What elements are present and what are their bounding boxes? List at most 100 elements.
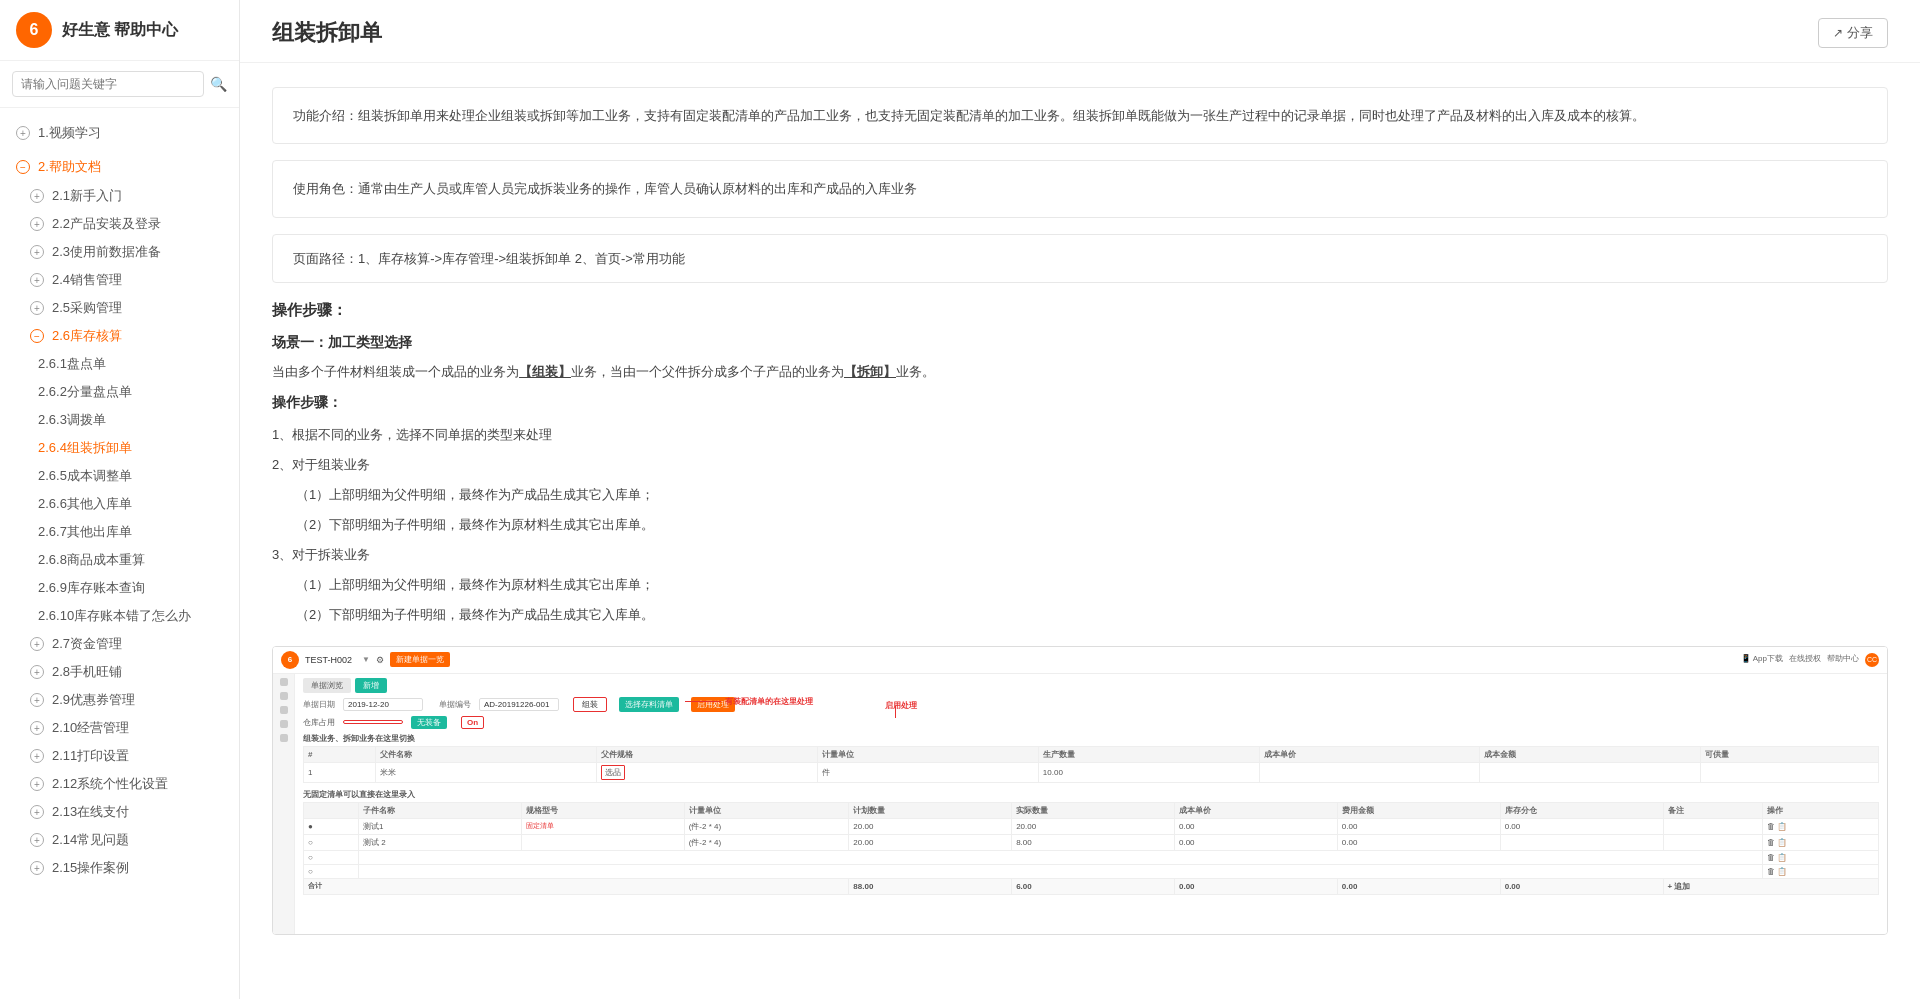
share-button[interactable]: ↗ 分享 [1818,18,1888,48]
mock-settings-icon: ⚙ [376,655,384,665]
sidebar-item-settings[interactable]: + 2.12系统个性化设置 [0,770,239,798]
sidebar-item-newuser[interactable]: + 2.1新手入门 [0,182,239,210]
mock-ltd-1-10 [1663,818,1762,834]
search-input[interactable] [12,71,204,97]
sidebar: 6 好生意 帮助中心 🔍 + 1.视频学习 − 2.帮助文档 + 2.1新手入 [0,0,240,999]
mock-lower-row-4: ○ 🗑 📋 [304,864,1879,878]
mock-left-icons [273,674,295,934]
mock-number-label: 单据编号 [439,699,471,710]
mock-arrow-3 [895,706,896,718]
search-icon[interactable]: 🔍 [210,76,227,92]
step-3-2: （2）下部明细为子件明细，最终作为产成品生成其它入库单。 [272,602,1888,628]
mock-ltd-2-7: 0.00 [1175,834,1338,850]
mock-ok-btn: 无装备 [411,716,447,729]
mock-arrow-1 [685,701,721,702]
sidebar-item-biz[interactable]: + 2.10经营管理 [0,714,239,742]
sidebar-item-cases[interactable]: + 2.15操作案例 [0,854,239,882]
step-3-1: （1）上部明细为父件明细，最终作为原材料生成其它出库单； [272,572,1888,598]
sidebar-item-partial-stocktake[interactable]: 2.6.2分量盘点单 [0,378,239,406]
mock-confirm-btn: 选择存料清单 [619,697,679,712]
sidebar-item-install[interactable]: + 2.2产品安装及登录 [0,210,239,238]
plus-icon: + [30,637,44,651]
minus-icon: − [30,329,44,343]
sidebar-item-faq[interactable]: + 2.14常见问题 [0,826,239,854]
intro-block-2: 使用角色：通常由生产人员或库管人员完成拆装业务的操作，库管人员确认原材料的出库和… [272,160,1888,217]
mock-ltd-3-ops: 🗑 📋 [1762,850,1878,864]
sidebar-item-other-out[interactable]: 2.6.7其他出库单 [0,518,239,546]
mock-lth-actual: 实际数量 [1012,802,1175,818]
sidebar-item-cost-recalc[interactable]: 2.6.8商品成本重算 [0,546,239,574]
mock-lth-check [304,802,359,818]
mock-nav-icon-4 [280,720,288,728]
step-2: 2、对于组装业务 [272,452,1888,478]
mock-ltd-2-5: 20.00 [849,834,1012,850]
sidebar-item-cost-adjust[interactable]: 2.6.5成本调整单 [0,462,239,490]
mock-ltd-footer-ops: + 追加 [1663,878,1878,894]
scene1-desc: 当由多个子件材料组装成一个成品的业务为【组装】业务，当由一个父件拆分成多个子产品… [272,360,1888,383]
mock-red-box: 选品 [601,765,625,780]
mock-ltd-2-1: ○ [304,834,359,850]
mock-nav-icon-5 [280,734,288,742]
mock-shop-label: 仓库占用 [303,717,335,728]
sidebar-item-stock-ledger[interactable]: 2.6.9库存账本查询 [0,574,239,602]
screenshot-mockup: 6 TEST-H002 ▼ ⚙ 新建单据一览 📱 App下载 在线授权 帮助中心… [272,646,1888,935]
nav-section-video: + 1.视频学习 [0,116,239,150]
mock-dropdown-icon: ▼ [362,655,370,664]
mock-ltd-2-6: 8.00 [1012,834,1175,850]
sidebar-item-docs[interactable]: − 2.帮助文档 [0,152,239,182]
mock-td-8 [1701,762,1879,782]
mock-tab-browse: 单据浏览 [303,678,351,693]
sidebar-item-stock-error[interactable]: 2.6.10库存账本错了怎么办 [0,602,239,630]
sidebar-item-payment[interactable]: + 2.13在线支付 [0,798,239,826]
sidebar-item-mobile[interactable]: + 2.8手机旺铺 [0,658,239,686]
step-2-2: （2）下部明细为子件明细，最终作为原材料生成其它出库单。 [272,512,1888,538]
mock-form-row-1: 单据日期 2019-12-20 单据编号 AD-20191226-001 组装 … [303,697,1879,712]
mock-ltd-footer-5: 0.00 [1500,878,1663,894]
steps-container: 1、根据不同的业务，选择不同单据的类型来处理 2、对于组装业务 （1）上部明细为… [272,422,1888,628]
sidebar-item-transfer[interactable]: 2.6.3调拨单 [0,406,239,434]
search-box: 🔍 [0,61,239,108]
sidebar-item-assembly[interactable]: 2.6.4组装拆卸单 [0,434,239,462]
mock-th-qty: 计量单位 [818,746,1039,762]
mock-lth-amount: 费用金额 [1337,802,1500,818]
mock-th-avail: 可供量 [1701,746,1879,762]
sidebar-item-finance[interactable]: + 2.7资金管理 [0,630,239,658]
page-header: 组装拆卸单 ↗ 分享 [240,0,1920,63]
sidebar-item-stocktake[interactable]: 2.6.1盘点单 [0,350,239,378]
minus-icon: − [16,160,30,174]
plus-icon: + [30,273,44,287]
sidebar-item-coupon[interactable]: + 2.9优惠券管理 [0,686,239,714]
mock-ltd-1-5: 20.00 [849,818,1012,834]
mock-td-3: 选品 [597,762,818,782]
mock-lth-unit: 计量单位 [684,802,849,818]
sidebar-item-dataprep[interactable]: + 2.3使用前数据准备 [0,238,239,266]
mock-nav-icon-2 [280,692,288,700]
mock-lth-cost: 成本单价 [1175,802,1338,818]
mock-ltd-4-1: ○ [304,864,359,878]
mock-date-input: 2019-12-20 [343,698,423,711]
sidebar-nav: + 1.视频学习 − 2.帮助文档 + 2.1新手入门 + 2.2产品安装及登录 [0,108,239,999]
sidebar-item-other-in[interactable]: 2.6.6其他入库单 [0,490,239,518]
mock-logo: 6 [281,651,299,669]
sidebar-item-video[interactable]: + 1.视频学习 [0,118,239,148]
sidebar-item-purchase[interactable]: + 2.5采购管理 [0,294,239,322]
sidebar-item-print[interactable]: + 2.11打印设置 [0,742,239,770]
mock-upper-table-label: 组装业务、拆卸业务在这里切换 [303,733,415,744]
mock-shop-input [343,720,403,724]
mock-type-select: 组装 [573,697,607,712]
scene1-title: 场景一：加工类型选择 [272,334,1888,352]
sidebar-item-inventory[interactable]: − 2.6库存核算 [0,322,239,350]
mock-topbar-right: 📱 App下载 在线授权 帮助中心 CC [1741,653,1879,667]
mock-lower-row-1: ● 测试1 固定清单 (件-2 * 4) 20.00 20.00 0.00 0.… [304,818,1879,834]
mock-ltd-1-6: 20.00 [1012,818,1175,834]
mock-ltd-footer-2: 6.00 [1012,878,1175,894]
mock-lower-row-footer: 合计 88.00 6.00 0.00 0.00 0.00 + 追加 [304,878,1879,894]
logo-icon: 6 [16,12,52,48]
sidebar-item-sales[interactable]: + 2.4销售管理 [0,266,239,294]
mock-th-unit: 父件规格 [597,746,818,762]
mock-avatar: CC [1865,653,1879,667]
mock-ltd-footer-1: 88.00 [849,878,1012,894]
plus-icon: + [16,126,30,140]
share-icon: ↗ [1833,26,1843,40]
mock-tabs: 单据浏览 新增 [303,678,1879,693]
